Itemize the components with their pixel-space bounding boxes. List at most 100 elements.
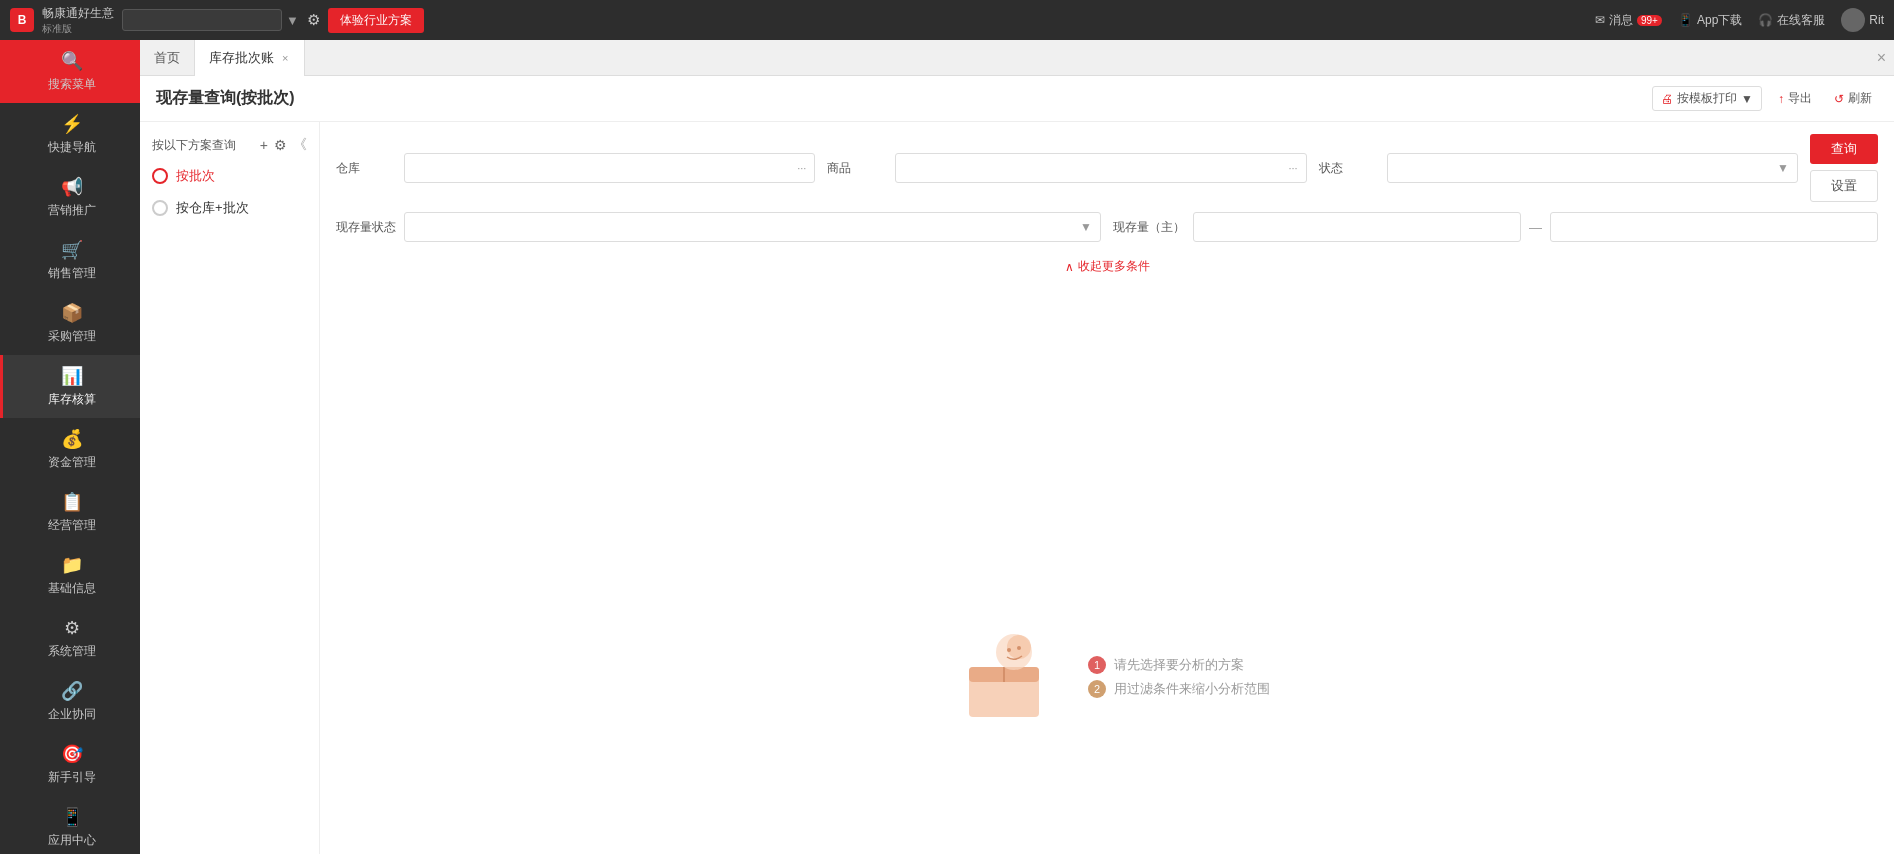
refresh-btn[interactable]: ↺ 刷新 [1828, 87, 1878, 110]
content-area: 首页 库存批次账 × × 现存量查询(按批次) 🖨 按模板打印 ▼ ↑ 导出 [140, 40, 1894, 854]
enterprise-icon: 🔗 [61, 680, 83, 702]
sidebar-item-sales[interactable]: 🛒 销售管理 [0, 229, 140, 292]
scheme-header: 按以下方案查询 + ⚙ 《 [140, 130, 319, 160]
sidebar-label-inventory: 库存核算 [48, 391, 96, 408]
warehouse-input[interactable]: ··· [404, 153, 815, 183]
sidebar-item-app-center[interactable]: 📱 应用中心 [0, 796, 140, 854]
tab-inventory-batch-label: 库存批次账 [209, 49, 274, 67]
messages-btn[interactable]: ✉ 消息 99+ [1595, 12, 1662, 29]
trial-button[interactable]: 体验行业方案 [328, 8, 424, 33]
sidebar-label-basic-info: 基础信息 [48, 580, 96, 597]
app-center-icon: 📱 [61, 806, 83, 828]
inv-status-arrow[interactable]: ▼ [1080, 220, 1092, 234]
sidebar-item-marketing[interactable]: 📢 营销推广 [0, 166, 140, 229]
form-row-2: 现存量状态 ▼ 现存量（主） — [336, 212, 1878, 242]
step-1-num: 1 [1088, 656, 1106, 674]
status-dropdown-arrow[interactable]: ▼ [1777, 161, 1789, 175]
inventory-qty-to[interactable] [1550, 212, 1878, 242]
collapse-scheme-btn[interactable]: 《 [293, 136, 307, 154]
add-scheme-btn[interactable]: + [260, 137, 268, 153]
inventory-status-select[interactable]: ▼ [404, 212, 1101, 242]
svg-point-5 [1007, 648, 1011, 652]
sidebar-label-system: 系统管理 [48, 643, 96, 660]
scheme-header-label: 按以下方案查询 [152, 137, 236, 154]
app-download-btn[interactable]: 📱 App下载 [1678, 12, 1742, 29]
goods-input[interactable]: ··· [895, 153, 1306, 183]
sidebar-item-finance[interactable]: 💰 资金管理 [0, 418, 140, 481]
empty-state: 1 请先选择要分析的方案 2 用过滤条件来缩小分析范围 [320, 500, 1894, 854]
scheme-radio-active [152, 168, 168, 184]
sidebar-item-search[interactable]: 🔍 搜索菜单 [0, 40, 140, 103]
sidebar-item-inventory[interactable]: 📊 库存核算 [0, 355, 140, 418]
sidebar-item-quick-nav[interactable]: ⚡ 快捷导航 [0, 103, 140, 166]
collapse-more-label: 收起更多条件 [1078, 258, 1150, 275]
status-field: 状态 ▼ [1319, 153, 1798, 183]
sidebar-item-basic-info[interactable]: 📁 基础信息 [0, 544, 140, 607]
empty-step-2-text: 用过滤条件来缩小分析范围 [1114, 680, 1270, 698]
tabs-bar: 首页 库存批次账 × × [140, 40, 1894, 76]
sidebar-label-app-center: 应用中心 [48, 832, 96, 849]
scheme-settings-btn[interactable]: ⚙ [274, 137, 287, 153]
export-icon: ↑ [1778, 92, 1784, 106]
tab-inventory-batch[interactable]: 库存批次账 × [195, 40, 305, 76]
sidebar-item-purchase[interactable]: 📦 采购管理 [0, 292, 140, 355]
collapse-more-btn[interactable]: ∧ 收起更多条件 [336, 252, 1878, 281]
close-all-tabs-btn[interactable]: × [1877, 49, 1886, 67]
step-2-num: 2 [1088, 680, 1106, 698]
query-button[interactable]: 查询 [1810, 134, 1878, 164]
empty-step-2: 2 用过滤条件来缩小分析范围 [1088, 680, 1270, 698]
page-header: 现存量查询(按批次) 🖨 按模板打印 ▼ ↑ 导出 ↺ 刷新 [140, 76, 1894, 122]
goods-label: 商品 [827, 160, 887, 177]
scheme-item-by-warehouse-batch[interactable]: 按仓库+批次 [140, 192, 319, 224]
page-title: 现存量查询(按批次) [156, 88, 295, 109]
print-label: 按模板打印 [1677, 90, 1737, 107]
inventory-status-label: 现存量状态 [336, 219, 396, 236]
app-version: 标准版 [42, 22, 114, 36]
print-dropdown-arrow[interactable]: ▼ [1741, 92, 1753, 106]
sidebar-label-quick-nav: 快捷导航 [48, 139, 96, 156]
top-bar-left: B 畅康通好生意 标准版 ▼ ⚙ 体验行业方案 [10, 5, 424, 36]
export-btn[interactable]: ↑ 导出 [1772, 87, 1818, 110]
top-bar: B 畅康通好生意 标准版 ▼ ⚙ 体验行业方案 ✉ 消息 99+ 📱 App下载… [0, 0, 1894, 40]
query-form: 仓库 ··· 商品 ··· [320, 122, 1894, 500]
tab-close-btn[interactable]: × [280, 52, 290, 64]
sidebar-item-operations[interactable]: 📋 经营管理 [0, 481, 140, 544]
warehouse-more[interactable]: ··· [797, 162, 806, 174]
quick-nav-icon: ⚡ [61, 113, 83, 135]
sidebar-label-finance: 资金管理 [48, 454, 96, 471]
warehouse-field: 仓库 ··· [336, 153, 815, 183]
print-btn[interactable]: 🖨 按模板打印 ▼ [1652, 86, 1762, 111]
empty-illustration [944, 627, 1064, 727]
inventory-qty-label: 现存量（主） [1113, 219, 1185, 236]
qty-dash: — [1529, 220, 1542, 235]
scheme-item-by-batch[interactable]: 按批次 [140, 160, 319, 192]
messages-label: 消息 [1609, 12, 1633, 29]
search-input[interactable] [122, 9, 282, 31]
user-avatar[interactable]: Rit [1841, 8, 1884, 32]
sidebar-label-purchase: 采购管理 [48, 328, 96, 345]
empty-step-1-text: 请先选择要分析的方案 [1114, 656, 1244, 674]
app-logo: B [10, 8, 34, 32]
sidebar-item-system[interactable]: ⚙ 系统管理 [0, 607, 140, 670]
message-icon: ✉ [1595, 13, 1605, 27]
search-dropdown-arrow[interactable]: ▼ [286, 13, 299, 28]
gear-button[interactable]: ⚙ [307, 11, 320, 29]
company-name: 畅康通好生意 [42, 5, 114, 22]
marketing-icon: 📢 [61, 176, 83, 198]
online-service-btn[interactable]: 🎧 在线客服 [1758, 12, 1825, 29]
sidebar-item-enterprise[interactable]: 🔗 企业协同 [0, 670, 140, 733]
inventory-qty-field: 现存量（主） — [1113, 212, 1878, 242]
tab-home[interactable]: 首页 [140, 40, 195, 76]
inventory-status-field: 现存量状态 ▼ [336, 212, 1101, 242]
operations-icon: 📋 [61, 491, 83, 513]
sidebar-item-new-guide[interactable]: 🎯 新手引导 [0, 733, 140, 796]
settings-button[interactable]: 设置 [1810, 170, 1878, 202]
inventory-qty-from[interactable] [1193, 212, 1521, 242]
purchase-icon: 📦 [61, 302, 83, 324]
print-icon: 🖨 [1661, 92, 1673, 106]
goods-more[interactable]: ··· [1288, 162, 1297, 174]
export-label: 导出 [1788, 90, 1812, 107]
top-bar-right: ✉ 消息 99+ 📱 App下载 🎧 在线客服 Rit [1595, 8, 1884, 32]
scheme-by-batch-label: 按批次 [176, 167, 215, 185]
status-select[interactable]: ▼ [1387, 153, 1798, 183]
